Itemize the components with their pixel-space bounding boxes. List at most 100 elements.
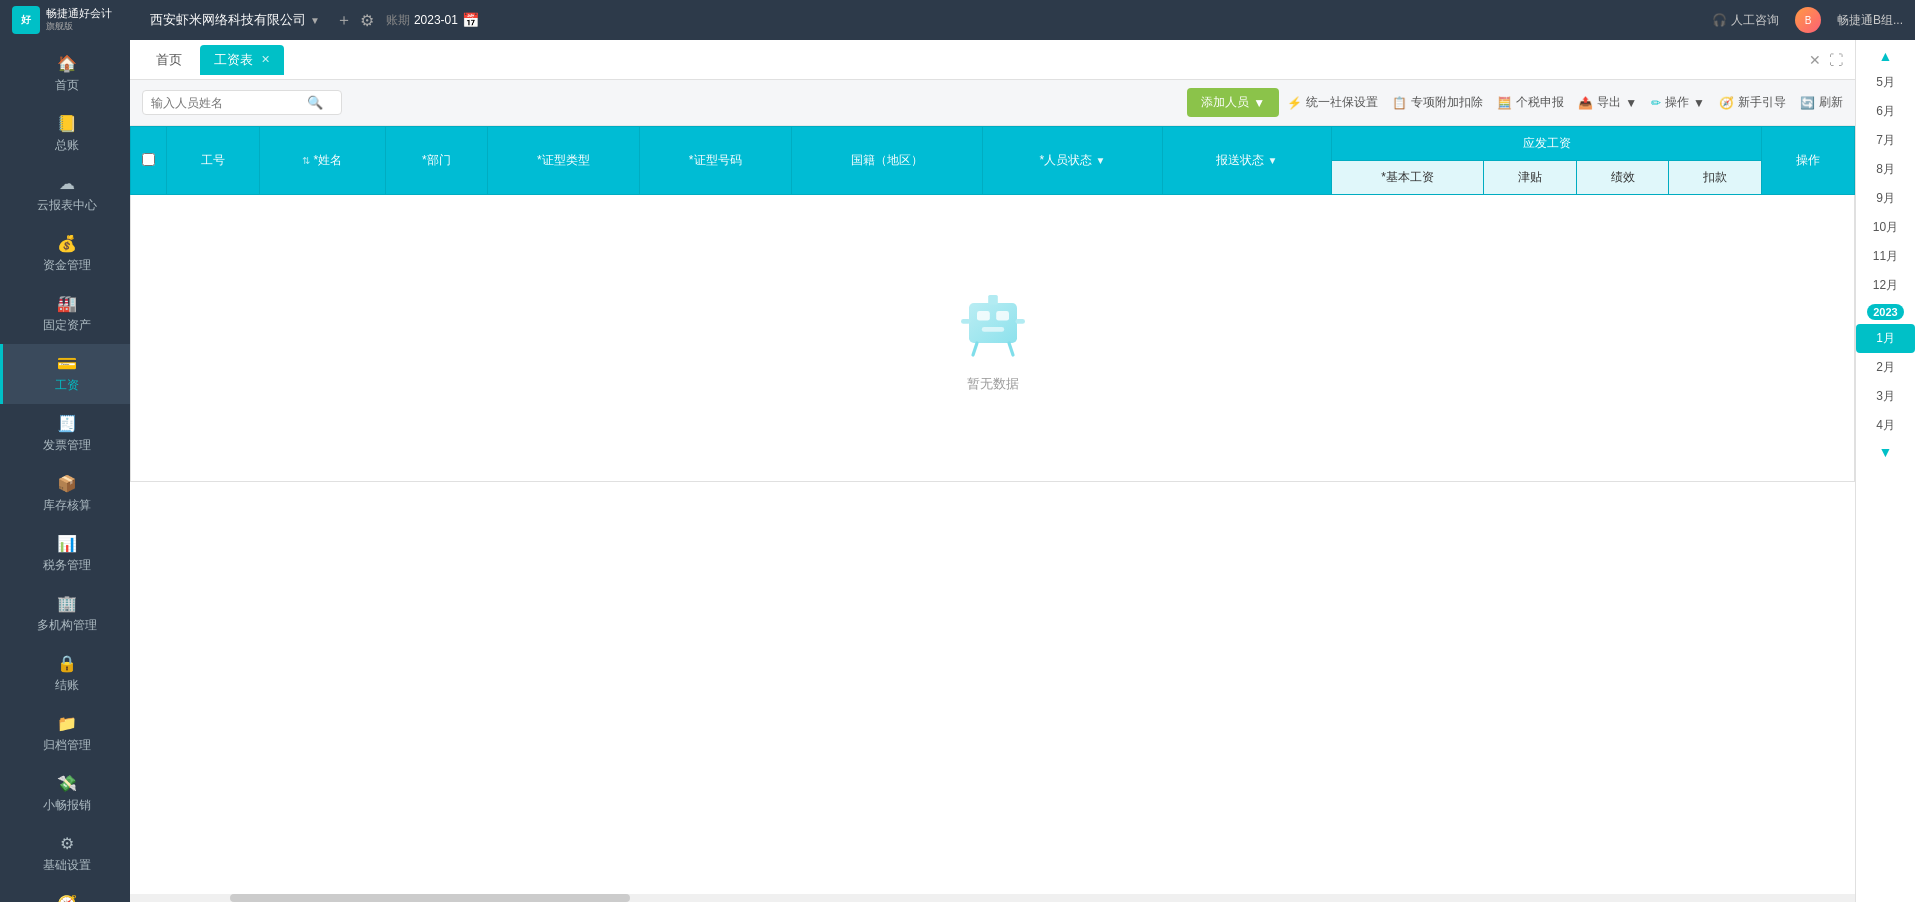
user-avatar[interactable]: B (1795, 7, 1821, 33)
th-emp-no: 工号 (167, 127, 260, 195)
th-salary-group-label: 应发工资 (1523, 136, 1571, 150)
th-report-status[interactable]: 报送状态 ▼ (1162, 127, 1332, 195)
fund-icon: 💰 (57, 234, 77, 253)
settings-icon[interactable]: ⚙ (360, 11, 374, 30)
tab-salary-label: 工资表 (214, 51, 253, 69)
month-scroll-down-icon[interactable]: ▼ (1875, 440, 1897, 464)
tab-close-icon[interactable]: ✕ (261, 53, 270, 66)
sidebar-item-multi-org[interactable]: 🏢 多机构管理 (0, 584, 130, 644)
svg-rect-6 (1015, 319, 1025, 324)
sidebar-item-home[interactable]: 🏠 首页 (0, 44, 130, 104)
calendar-icon[interactable]: 📅 (462, 12, 479, 28)
tab-home[interactable]: 首页 (142, 45, 196, 75)
th-name[interactable]: ⇅ *姓名 (259, 127, 385, 195)
month-11[interactable]: 11月 (1856, 242, 1915, 271)
th-checkbox[interactable] (131, 127, 167, 195)
support-button[interactable]: 🎧 人工咨询 (1712, 12, 1779, 29)
svg-rect-2 (996, 311, 1009, 321)
sidebar-label-fixed: 固定资产 (43, 317, 91, 334)
search-icon: 🔍 (307, 95, 323, 110)
add-icon[interactable]: ＋ (336, 10, 352, 31)
main-layout: 🏠 首页 📒 总账 ☁ 云报表中心 💰 资金管理 🏭 固定资产 💳 工资 🧾 发… (0, 40, 1915, 902)
select-all-checkbox[interactable] (142, 153, 155, 166)
sidebar-item-invoice[interactable]: 🧾 发票管理 (0, 404, 130, 464)
sidebar-item-inventory[interactable]: 📦 库存核算 (0, 464, 130, 524)
sidebar-label-multi-org: 多机构管理 (37, 617, 97, 634)
op-arrow-icon: ▼ (1693, 96, 1705, 110)
month-scroll-up-icon[interactable]: ▲ (1875, 44, 1897, 68)
sidebar-label-fund: 资金管理 (43, 257, 91, 274)
sidebar-label-invoice: 发票管理 (43, 437, 91, 454)
tab-salary[interactable]: 工资表 ✕ (200, 45, 284, 75)
tax-icon: 📊 (57, 534, 77, 553)
month-6[interactable]: 6月 (1856, 97, 1915, 126)
month-3[interactable]: 3月 (1856, 382, 1915, 411)
sidebar-item-fixed-asset[interactable]: 🏭 固定资产 (0, 284, 130, 344)
guide-icon: 🧭 (57, 894, 77, 902)
month-12[interactable]: 12月 (1856, 271, 1915, 300)
filter-report-icon[interactable]: ▼ (1267, 155, 1277, 166)
sidebar-label-ledger: 总账 (55, 137, 79, 154)
export-button[interactable]: 📤 导出 ▼ (1578, 94, 1637, 111)
month-8[interactable]: 8月 (1856, 155, 1915, 184)
sidebar-item-salary[interactable]: 💳 工资 (0, 344, 130, 404)
filter-person-icon[interactable]: ▼ (1095, 155, 1105, 166)
empty-icon (953, 283, 1033, 363)
sidebar-item-expense[interactable]: 💸 小畅报销 (0, 764, 130, 824)
sidebar-item-guide[interactable]: 🧭 新手引导 (0, 884, 130, 902)
logo-icon: 好 (12, 6, 40, 34)
home-icon: 🏠 (57, 54, 77, 73)
month-5[interactable]: 5月 (1856, 68, 1915, 97)
sidebar-label-expense: 小畅报销 (43, 797, 91, 814)
sidebar-item-close[interactable]: 🔒 结账 (0, 644, 130, 704)
window-close-icon[interactable]: ✕ (1809, 52, 1821, 68)
chevron-down-icon[interactable]: ▼ (310, 15, 320, 26)
horizontal-scrollbar[interactable] (130, 894, 1855, 902)
th-nation-label: 国籍（地区） (851, 153, 923, 167)
social-label: 统一社保设置 (1306, 94, 1378, 111)
export-icon: 📤 (1578, 96, 1593, 110)
th-operation: 操作 (1762, 127, 1855, 195)
svg-rect-5 (961, 319, 971, 324)
month-9[interactable]: 9月 (1856, 184, 1915, 213)
window-expand-icon[interactable]: ⛶ (1829, 52, 1843, 68)
th-cert-no-label: *证型号码 (689, 153, 742, 167)
sidebar-item-ledger[interactable]: 📒 总账 (0, 104, 130, 164)
svg-line-8 (1009, 343, 1013, 355)
month-10[interactable]: 10月 (1856, 213, 1915, 242)
personal-tax-button[interactable]: 🧮 个税申报 (1497, 94, 1564, 111)
month-2[interactable]: 2月 (1856, 353, 1915, 382)
search-box[interactable]: 🔍 (142, 90, 342, 115)
company-selector[interactable]: 西安虾米网络科技有限公司 ▼ (150, 11, 320, 29)
month-1-active[interactable]: 1月 (1856, 324, 1915, 353)
sidebar-item-settings[interactable]: ⚙ 基础设置 (0, 824, 130, 884)
search-input[interactable] (151, 96, 301, 110)
salary-icon: 💳 (57, 354, 77, 373)
sidebar-item-tax[interactable]: 📊 税务管理 (0, 524, 130, 584)
ledger-icon: 📒 (57, 114, 77, 133)
month-7[interactable]: 7月 (1856, 126, 1915, 155)
table-container: 工号 ⇅ *姓名 *部门 *证型类型 (130, 126, 1855, 894)
scrollbar-thumb[interactable] (230, 894, 630, 902)
svg-rect-1 (977, 311, 990, 321)
tab-home-label: 首页 (156, 51, 182, 69)
deduct-icon: 📋 (1392, 96, 1407, 110)
period-info: 账期 2023-01 📅 (386, 12, 479, 29)
th-person-status[interactable]: *人员状态 ▼ (983, 127, 1162, 195)
th-emp-no-label: 工号 (201, 153, 225, 167)
guide-btn-label: 新手引导 (1738, 94, 1786, 111)
th-cert-type: *证型类型 (487, 127, 639, 195)
guide-action-button[interactable]: 🧭 新手引导 (1719, 94, 1786, 111)
refresh-button[interactable]: 🔄 刷新 (1800, 94, 1843, 111)
special-deduct-button[interactable]: 📋 专项附加扣除 (1392, 94, 1483, 111)
top-right-area: 🎧 人工咨询 B 畅捷通B组... (1712, 7, 1903, 33)
social-security-button[interactable]: ⚡ 统一社保设置 (1287, 94, 1378, 111)
sidebar-item-archive[interactable]: 📁 归档管理 (0, 704, 130, 764)
sidebar-item-cloud-report[interactable]: ☁ 云报表中心 (0, 164, 130, 224)
sidebar-item-fund[interactable]: 💰 资金管理 (0, 224, 130, 284)
add-person-button[interactable]: 添加人员 ▼ (1187, 88, 1279, 117)
month-4[interactable]: 4月 (1856, 411, 1915, 440)
sidebar-label-cloud: 云报表中心 (37, 197, 97, 214)
th-basic-label: *基本工资 (1381, 170, 1434, 184)
operation-button[interactable]: ✏ 操作 ▼ (1651, 94, 1705, 111)
